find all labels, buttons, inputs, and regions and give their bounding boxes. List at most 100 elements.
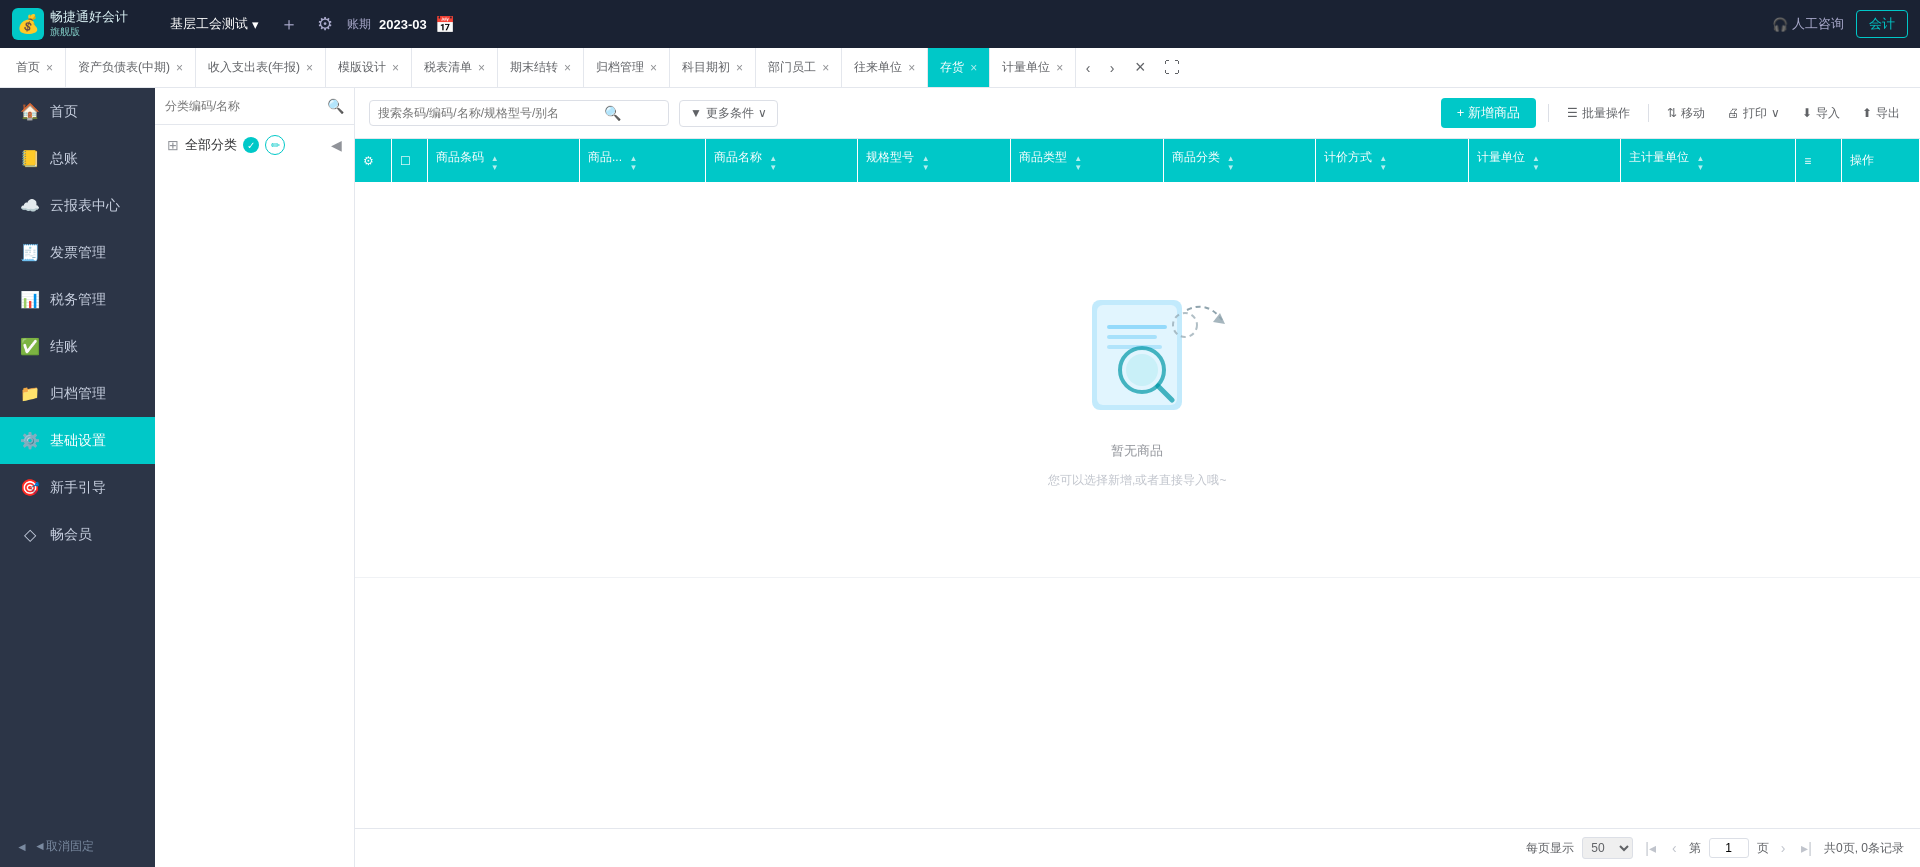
sidebar-item-guide[interactable]: 🎯 新手引导 xyxy=(0,464,155,511)
batch-icon: ☰ xyxy=(1567,106,1578,120)
tab-bar: 首页 × 资产负债表(中期) × 收入支出表(年报) × 模版设计 × 税表清单… xyxy=(0,48,1920,88)
th-pricing: 计价方式 ▲▼ xyxy=(1316,139,1469,182)
import-button[interactable]: ⬇ 导入 xyxy=(1796,101,1846,126)
sidebar-item-archive[interactable]: 📁 归档管理 xyxy=(0,370,155,417)
sort-icon: ▲▼ xyxy=(1074,155,1082,172)
logo-text: 畅捷通好会计 旗舰版 xyxy=(50,9,128,40)
tab-close-icon[interactable]: × xyxy=(970,61,977,75)
th-settings[interactable]: ⚙ xyxy=(355,139,391,182)
filter-chevron-icon: ∨ xyxy=(758,106,767,120)
print-button[interactable]: 🖨 打印 ∨ xyxy=(1721,101,1786,126)
svg-rect-2 xyxy=(1107,325,1167,329)
last-page-button[interactable]: ▸| xyxy=(1797,838,1816,858)
home-icon: 🏠 xyxy=(20,102,40,121)
th-unit: 计量单位 ▲▼ xyxy=(1468,139,1621,182)
batch-operation-button[interactable]: ☰ 批量操作 xyxy=(1561,101,1636,126)
sidebar-item-tax[interactable]: 📊 税务管理 xyxy=(0,276,155,323)
filter-icon: ▼ xyxy=(690,106,702,120)
tab-close-icon[interactable]: × xyxy=(908,61,915,75)
tab-close-icon[interactable]: × xyxy=(306,61,313,75)
unpin-button[interactable]: ◄ ◄取消固定 xyxy=(16,838,139,855)
sort-icon: ▲▼ xyxy=(629,155,637,172)
page-size-select[interactable]: 50 100 200 xyxy=(1582,837,1633,859)
tab-close-all-button[interactable]: × xyxy=(1124,48,1156,87)
settings-icon[interactable]: ⚙ xyxy=(311,10,339,38)
th-name: 商品名称 ▲▼ xyxy=(705,139,858,182)
guide-icon: 🎯 xyxy=(20,478,40,497)
category-panel: 🔍 ⊞ 全部分类 ✓ ✏ ◀ xyxy=(155,88,355,867)
tab-close-icon[interactable]: × xyxy=(46,61,53,75)
tab-close-icon[interactable]: × xyxy=(650,61,657,75)
category-search-input[interactable] xyxy=(165,99,323,113)
tab-close-icon[interactable]: × xyxy=(478,61,485,75)
tab-close-icon[interactable]: × xyxy=(176,61,183,75)
svg-rect-3 xyxy=(1107,335,1157,339)
more-filter-button[interactable]: ▼ 更多条件 ∨ xyxy=(679,100,778,127)
page-number-input[interactable]: 1 xyxy=(1709,838,1749,858)
sidebar-item-settlement[interactable]: ✅ 结账 xyxy=(0,323,155,370)
print-icon: 🖨 xyxy=(1727,106,1739,120)
tab-homepage[interactable]: 首页 × xyxy=(4,48,66,87)
tab-close-icon[interactable]: × xyxy=(564,61,571,75)
calendar-icon[interactable]: 📅 xyxy=(435,15,455,34)
first-page-button[interactable]: |◂ xyxy=(1641,838,1660,858)
add-tab-button[interactable]: ＋ xyxy=(275,10,303,38)
collapse-panel-button[interactable]: ◀ xyxy=(331,137,342,153)
maximize-icon[interactable]: ⛶ xyxy=(1156,48,1188,87)
tab-period-carry[interactable]: 期末结转 × xyxy=(498,48,584,87)
th-spec: 规格型号 ▲▼ xyxy=(858,139,1011,182)
category-header[interactable]: ⊞ 全部分类 ✓ ✏ ◀ xyxy=(155,125,354,165)
prev-page-button[interactable]: ‹ xyxy=(1668,838,1681,858)
print-chevron-icon: ∨ xyxy=(1771,106,1780,120)
export-button[interactable]: ⬆ 导出 xyxy=(1856,101,1906,126)
tab-dept-staff[interactable]: 部门员工 × xyxy=(756,48,842,87)
tab-archive-mgmt[interactable]: 归档管理 × xyxy=(584,48,670,87)
move-icon: ⇅ xyxy=(1667,106,1677,120)
tab-close-icon[interactable]: × xyxy=(822,61,829,75)
th-code: 商品... ▲▼ xyxy=(580,139,706,182)
invoice-icon: 🧾 xyxy=(20,243,40,262)
product-search-input[interactable] xyxy=(378,106,598,120)
tab-next-button[interactable]: › xyxy=(1100,48,1124,87)
ledger-icon: 📒 xyxy=(20,149,40,168)
company-selector[interactable]: 基层工会测试 ▾ xyxy=(170,15,259,33)
account-button[interactable]: 会计 xyxy=(1856,10,1908,38)
sidebar-item-vip[interactable]: ◇ 畅会员 xyxy=(0,511,155,558)
chevron-down-icon: ▾ xyxy=(252,17,259,32)
consult-button[interactable]: 🎧 人工咨询 xyxy=(1772,15,1844,33)
move-button[interactable]: ⇅ 移动 xyxy=(1661,101,1711,126)
th-checkbox[interactable]: ☐ xyxy=(391,139,427,182)
sidebar-item-settings[interactable]: ⚙️ 基础设置 xyxy=(0,417,155,464)
search-submit-icon[interactable]: 🔍 xyxy=(604,105,621,121)
category-search-icon[interactable]: 🔍 xyxy=(327,98,344,114)
tab-close-icon[interactable]: × xyxy=(1056,61,1063,75)
tab-customer[interactable]: 往来单位 × xyxy=(842,48,928,87)
tab-close-icon[interactable]: × xyxy=(736,61,743,75)
pagination-bar: 每页显示 50 100 200 |◂ ‹ 第 1 页 › ▸| 共0页, 0条记… xyxy=(355,828,1920,867)
new-product-button[interactable]: + 新增商品 xyxy=(1441,98,1536,128)
empty-illustration xyxy=(1037,270,1237,430)
edit-category-icon[interactable]: ✏ xyxy=(265,135,285,155)
th-type: 商品类型 ▲▼ xyxy=(1010,139,1163,182)
tab-income-statement[interactable]: 收入支出表(年报) × xyxy=(196,48,326,87)
sidebar-item-home[interactable]: 🏠 首页 xyxy=(0,88,155,135)
tab-tax-list[interactable]: 税表清单 × xyxy=(412,48,498,87)
sidebar-bottom: ◄ ◄取消固定 xyxy=(0,826,155,867)
tab-close-icon[interactable]: × xyxy=(392,61,399,75)
tab-prev-button[interactable]: ‹ xyxy=(1076,48,1100,87)
tab-unit[interactable]: 计量单位 × xyxy=(990,48,1076,87)
sidebar-item-ledger[interactable]: 📒 总账 xyxy=(0,135,155,182)
next-page-button[interactable]: › xyxy=(1777,838,1790,858)
th-more[interactable]: ≡ xyxy=(1796,139,1842,182)
th-barcode: 商品条码 ▲▼ xyxy=(427,139,580,182)
divider xyxy=(1548,104,1549,122)
tab-subject-init[interactable]: 科目期初 × xyxy=(670,48,756,87)
tab-template-design[interactable]: 模版设计 × xyxy=(326,48,412,87)
sidebar-item-invoice[interactable]: 🧾 发票管理 xyxy=(0,229,155,276)
tab-inventory[interactable]: 存货 × xyxy=(928,48,990,87)
settings-gear-icon: ⚙️ xyxy=(20,431,40,450)
import-icon: ⬇ xyxy=(1802,106,1812,120)
vip-icon: ◇ xyxy=(20,525,40,544)
tab-balance-sheet[interactable]: 资产负债表(中期) × xyxy=(66,48,196,87)
sidebar-item-cloud-report[interactable]: ☁️ 云报表中心 xyxy=(0,182,155,229)
